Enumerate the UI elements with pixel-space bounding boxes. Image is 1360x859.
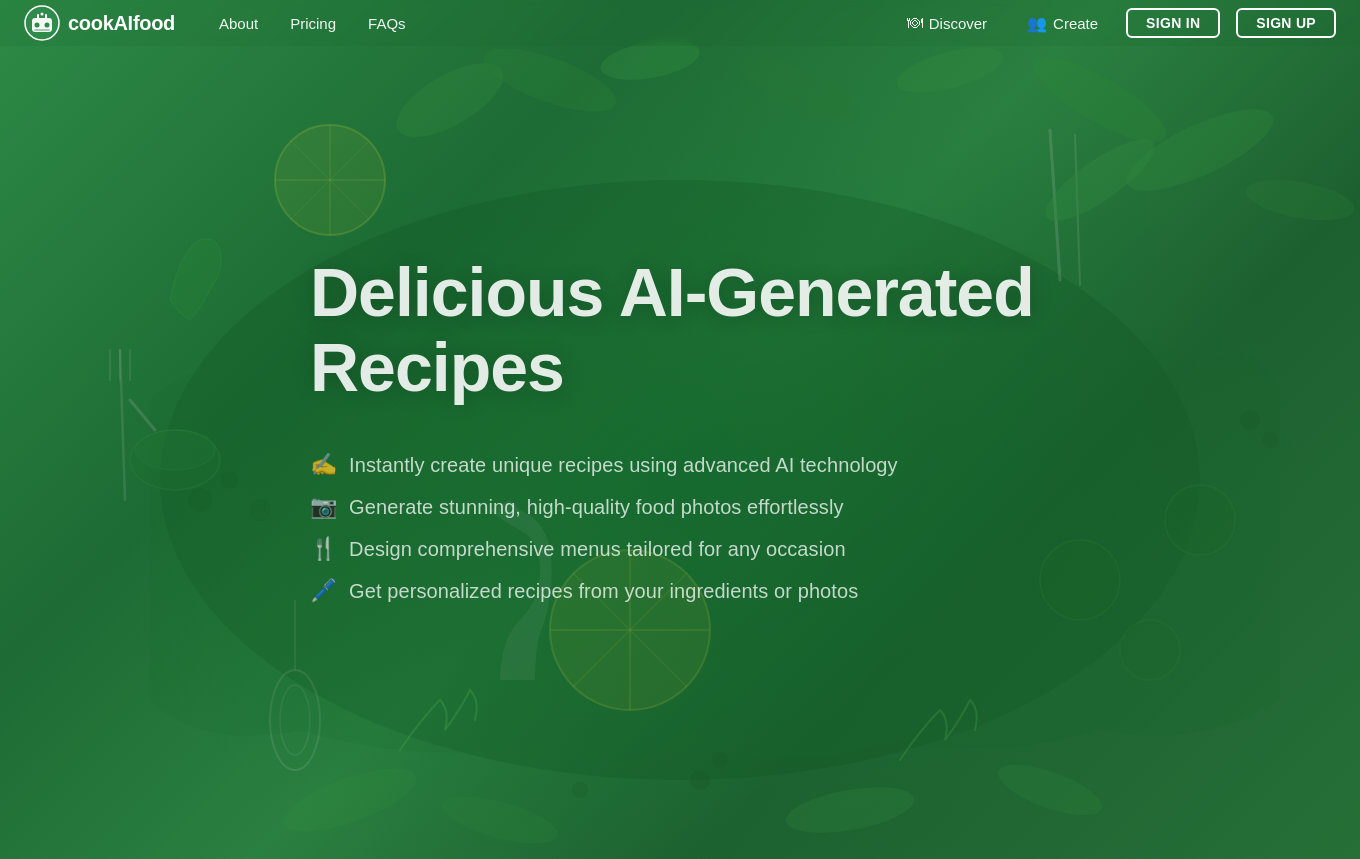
personalized-recipe-icon: 🖊️ (310, 578, 337, 604)
svg-point-35 (572, 782, 588, 798)
create-link[interactable]: 👥 Create (1015, 8, 1110, 39)
svg-point-32 (712, 752, 728, 768)
hero-title: Delicious AI-Generated Recipes (310, 255, 1050, 405)
create-icon: 👥 (1027, 14, 1047, 33)
nav-link-pricing[interactable]: Pricing (278, 9, 348, 38)
svg-point-3 (45, 23, 50, 28)
recipe-create-icon: ✍️ (310, 452, 337, 478)
svg-point-47 (783, 779, 918, 841)
svg-point-7 (41, 13, 44, 16)
signup-button[interactable]: SIGN UP (1236, 8, 1336, 38)
svg-point-13 (892, 38, 1008, 101)
nav-link-faqs[interactable]: FAQs (356, 9, 418, 38)
feature-item-3: 🍴 Design comprehensive menus tailored fo… (310, 536, 1050, 562)
feature-item-1: ✍️ Instantly create unique recipes using… (310, 452, 1050, 478)
svg-point-12 (733, 44, 868, 135)
logo-icon (24, 5, 60, 41)
svg-point-2 (35, 23, 40, 28)
photo-generate-icon: 📷 (310, 494, 337, 520)
feature-text-1: Instantly create unique recipes using ad… (349, 454, 898, 477)
signin-button[interactable]: SIGN IN (1126, 8, 1220, 38)
svg-point-46 (437, 787, 562, 853)
navbar: cookAIfood About Pricing FAQs 🍽 Discover… (0, 0, 1360, 46)
svg-point-31 (690, 770, 710, 790)
svg-point-48 (992, 754, 1108, 825)
navbar-right: 🍽 Discover 👥 Create SIGN IN SIGN UP (895, 8, 1336, 39)
feature-text-4: Get personalized recipes from your ingre… (349, 580, 858, 603)
svg-point-14 (1024, 43, 1176, 156)
svg-point-53 (135, 430, 215, 470)
logo-text: cookAIfood (68, 12, 175, 35)
svg-rect-5 (45, 14, 47, 19)
feature-item-2: 📷 Generate stunning, high-quality food p… (310, 494, 1050, 520)
hero-content: Delicious AI-Generated Recipes ✍️ Instan… (230, 255, 1130, 605)
feature-text-2: Generate stunning, high-quality food pho… (349, 496, 843, 519)
navbar-left: cookAIfood About Pricing FAQs (24, 5, 418, 41)
logo-link[interactable]: cookAIfood (24, 5, 175, 41)
hero-features: ✍️ Instantly create unique recipes using… (310, 452, 1050, 604)
discover-icon: 🍽 (907, 14, 923, 32)
create-label: Create (1053, 15, 1098, 32)
feature-text-3: Design comprehensive menus tailored for … (349, 538, 846, 561)
discover-label: Discover (929, 15, 987, 32)
feature-item-4: 🖊️ Get personalized recipes from your in… (310, 578, 1050, 604)
menu-design-icon: 🍴 (310, 536, 337, 562)
svg-rect-4 (37, 14, 39, 19)
nav-link-about[interactable]: About (207, 9, 270, 38)
discover-link[interactable]: 🍽 Discover (895, 8, 999, 38)
nav-links: About Pricing FAQs (207, 9, 418, 38)
svg-point-50 (1243, 173, 1358, 228)
hero-section: Delicious AI-Generated Recipes ✍️ Instan… (0, 0, 1360, 859)
svg-rect-6 (34, 29, 50, 31)
